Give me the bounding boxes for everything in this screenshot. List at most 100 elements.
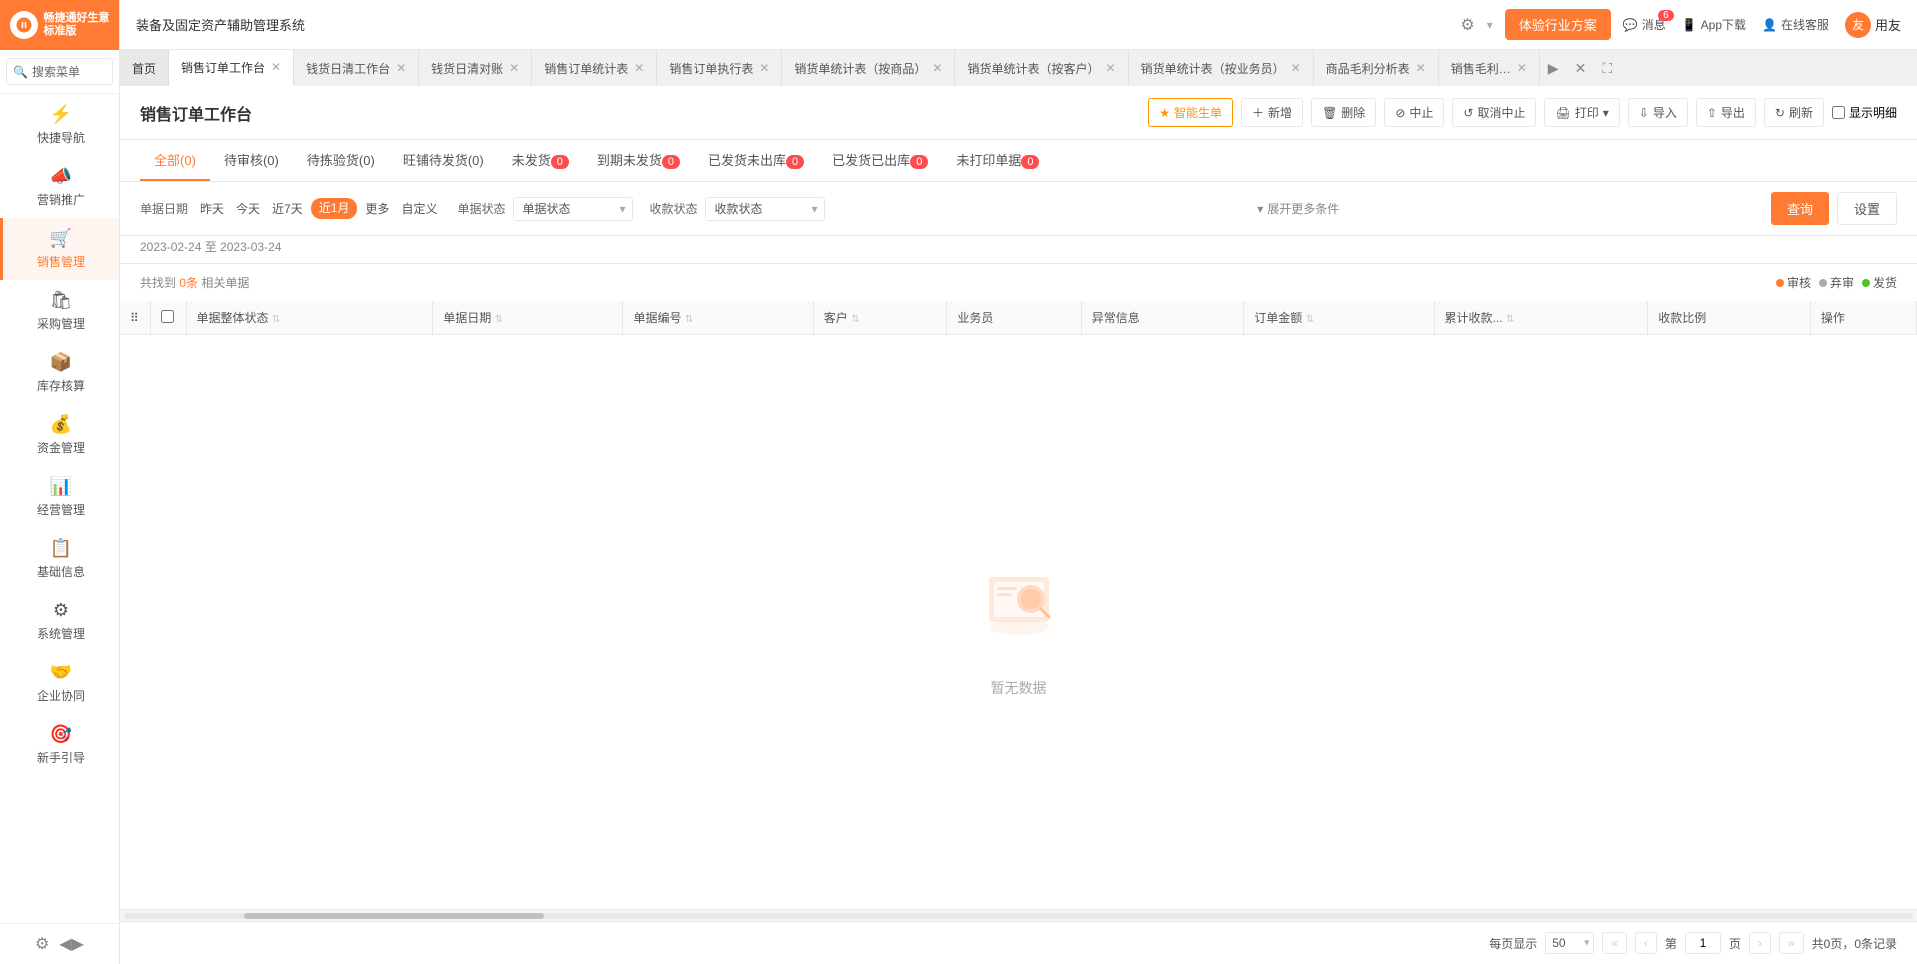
tab-more-button[interactable]: ▶ (1540, 50, 1567, 86)
next-page-button[interactable]: › (1749, 932, 1771, 954)
tab-sales-margin[interactable]: 销售毛利… ✕ (1439, 50, 1540, 86)
col-collected[interactable]: 累计收款... ⇅ (1434, 301, 1648, 335)
page-size-select[interactable]: 50 10 20 100 (1545, 932, 1594, 954)
tab-maximize-button[interactable]: ⛶ (1594, 50, 1620, 86)
sidebar-item-management[interactable]: 📊 经营管理 (0, 466, 119, 528)
tab-close-icon[interactable]: ✕ (1416, 62, 1426, 74)
filter-tab-all[interactable]: 全部(0) (140, 140, 210, 181)
sidebar-item-enterprise[interactable]: 🤝 企业协同 (0, 652, 119, 714)
tab-home[interactable]: 首页 (120, 50, 169, 86)
filter-tab-inspection[interactable]: 待拣验货(0) (293, 140, 389, 181)
col-status[interactable]: 单据整体状态 ⇅ (186, 301, 433, 335)
horizontal-scrollbar[interactable] (120, 909, 1917, 921)
col-amount[interactable]: 订单金额 ⇅ (1244, 301, 1434, 335)
filter-tab-unshipped[interactable]: 未发货0 (498, 140, 583, 181)
user-menu[interactable]: 友 用友 (1845, 12, 1901, 38)
sidebar-item-finance[interactable]: 💰 资金管理 (0, 404, 119, 466)
prev-page-button[interactable]: ‹ (1635, 932, 1657, 954)
sidebar-item-sales[interactable]: 🛒 销售管理 (0, 218, 119, 280)
date-btn-custom[interactable]: 自定义 (397, 198, 441, 219)
filter-tab-shipped-no-out[interactable]: 已发货未出库0 (694, 140, 818, 181)
cancel-stop-button[interactable]: ↺ 取消中止 (1452, 98, 1536, 127)
tab-cash-reconcile[interactable]: 钱货日清对账 ✕ (419, 50, 532, 86)
date-btn-yesterday[interactable]: 昨天 (196, 198, 228, 219)
settings-bottom-button[interactable]: ⚙ (35, 934, 49, 954)
refresh-button[interactable]: ↻ 刷新 (1764, 98, 1824, 127)
filter-tab-shipped-out[interactable]: 已发货已出库0 (818, 140, 942, 181)
ship-action[interactable]: 发货 (1862, 274, 1897, 291)
delete-button[interactable]: 🗑 删除 (1311, 98, 1376, 127)
tab-close-icon[interactable]: ✕ (759, 62, 769, 74)
tab-sales-product[interactable]: 销货单统计表（按商品） ✕ (782, 50, 955, 86)
tab-sales-stats[interactable]: 销售订单统计表 ✕ (532, 50, 657, 86)
sort-icon: ⇅ (851, 314, 859, 325)
filter-tab-overdue[interactable]: 到期未发货0 (583, 140, 694, 181)
date-btn-1month[interactable]: 近1月 (311, 198, 358, 219)
sidebar-item-inventory[interactable]: 📦 库存核算 (0, 342, 119, 404)
date-btn-today[interactable]: 今天 (232, 198, 264, 219)
col-customer[interactable]: 客户 ⇅ (813, 301, 947, 335)
tab-close-icon[interactable]: ✕ (1291, 62, 1301, 74)
status-select[interactable]: 单据状态 (513, 197, 633, 221)
tab-cash-daily[interactable]: 钱货日清工作台 ✕ (294, 50, 419, 86)
payment-select[interactable]: 收款状态 (705, 197, 825, 221)
collapse-button[interactable]: ◀▶ (59, 934, 84, 954)
select-all-checkbox[interactable] (161, 310, 174, 323)
print-button[interactable]: 🖨 打印 ▾ (1544, 98, 1619, 127)
search-menu-button[interactable]: 🔍 搜索菜单 (6, 58, 113, 85)
date-btn-7days[interactable]: 近7天 (268, 198, 307, 219)
online-service-button[interactable]: 👤 在线客服 (1762, 16, 1829, 33)
settings-icon[interactable]: ⚙ (1460, 15, 1474, 35)
tab-close-icon[interactable]: ✕ (396, 62, 406, 74)
stop-button[interactable]: ⊘ 中止 (1384, 98, 1444, 127)
audit-action[interactable]: 审核 (1776, 274, 1811, 291)
tab-close-icon[interactable]: ✕ (1517, 62, 1527, 74)
sidebar-item-system[interactable]: ⚙ 系统管理 (0, 590, 119, 652)
sidebar-item-label: 新手引导 (37, 749, 85, 766)
first-page-button[interactable]: « (1602, 932, 1627, 954)
tab-close-icon[interactable]: ✕ (509, 62, 519, 74)
col-salesman[interactable]: 业务员 (947, 301, 1081, 335)
add-button[interactable]: ＋ 新增 (1241, 98, 1303, 127)
show-detail-checkbox[interactable]: 显示明细 (1832, 104, 1897, 121)
query-button[interactable]: 查询 (1771, 192, 1829, 225)
filter-tab-wangpu[interactable]: 旺铺待发货(0) (389, 140, 498, 181)
date-btn-more[interactable]: 更多 (361, 198, 393, 219)
expand-filter-button[interactable]: ▾ 展开更多条件 (1257, 200, 1339, 217)
cancel-audit-action[interactable]: 弃审 (1819, 274, 1854, 291)
tab-bar: 首页 销售订单工作台 ✕ 钱货日清工作台 ✕ 钱货日清对账 ✕ 销售订单统计表 … (120, 50, 1917, 86)
tab-product-margin[interactable]: 商品毛利分析表 ✕ (1314, 50, 1439, 86)
tab-close-icon[interactable]: ✕ (634, 62, 644, 74)
online-service-label: 在线客服 (1781, 16, 1829, 33)
tab-sales-exec[interactable]: 销售订单执行表 ✕ (657, 50, 782, 86)
col-date[interactable]: 单据日期 ⇅ (433, 301, 623, 335)
industry-button[interactable]: 体验行业方案 (1505, 9, 1611, 40)
scroll-thumb[interactable] (244, 913, 544, 919)
sidebar-item-quick-nav[interactable]: ⚡ 快捷导航 (0, 94, 119, 156)
last-page-button[interactable]: » (1779, 932, 1804, 954)
scroll-track[interactable] (124, 913, 1913, 919)
page-number-input[interactable] (1685, 932, 1721, 954)
tab-close-all-button[interactable]: ✕ (1567, 50, 1595, 86)
smart-generate-button[interactable]: ★ 智能生单 (1148, 98, 1233, 127)
tab-close-icon[interactable]: ✕ (1106, 62, 1116, 74)
tab-sales-salesman[interactable]: 销货单统计表（按业务员） ✕ (1129, 50, 1314, 86)
tab-sales-customer[interactable]: 销货单统计表（按客户） ✕ (955, 50, 1128, 86)
sidebar-item-purchase[interactable]: 🛍 采购管理 (0, 280, 119, 342)
col-number[interactable]: 单据编号 ⇅ (623, 301, 813, 335)
sidebar-item-marketing[interactable]: 📣 营销推广 (0, 156, 119, 218)
filter-tab-pending[interactable]: 待审核(0) (210, 140, 293, 181)
filter-settings-button[interactable]: 设置 (1837, 192, 1897, 225)
export-button[interactable]: ⇧ 导出 (1696, 98, 1756, 127)
import-button[interactable]: ⇩ 导入 (1628, 98, 1688, 127)
show-detail-input[interactable] (1832, 106, 1845, 119)
tab-sales-order[interactable]: 销售订单工作台 ✕ (169, 50, 294, 86)
filter-tab-badge: 0 (551, 155, 569, 169)
filter-tab-unprinted[interactable]: 未打印单据0 (942, 140, 1053, 181)
sidebar-item-guide[interactable]: 🎯 新手引导 (0, 714, 119, 776)
tab-close-icon[interactable]: ✕ (271, 61, 281, 73)
message-button[interactable]: 💬 消息 6 (1623, 16, 1666, 33)
app-download-button[interactable]: 📱 App下载 (1682, 16, 1746, 33)
sidebar-item-basic-info[interactable]: 📋 基础信息 (0, 528, 119, 590)
tab-close-icon[interactable]: ✕ (932, 62, 942, 74)
